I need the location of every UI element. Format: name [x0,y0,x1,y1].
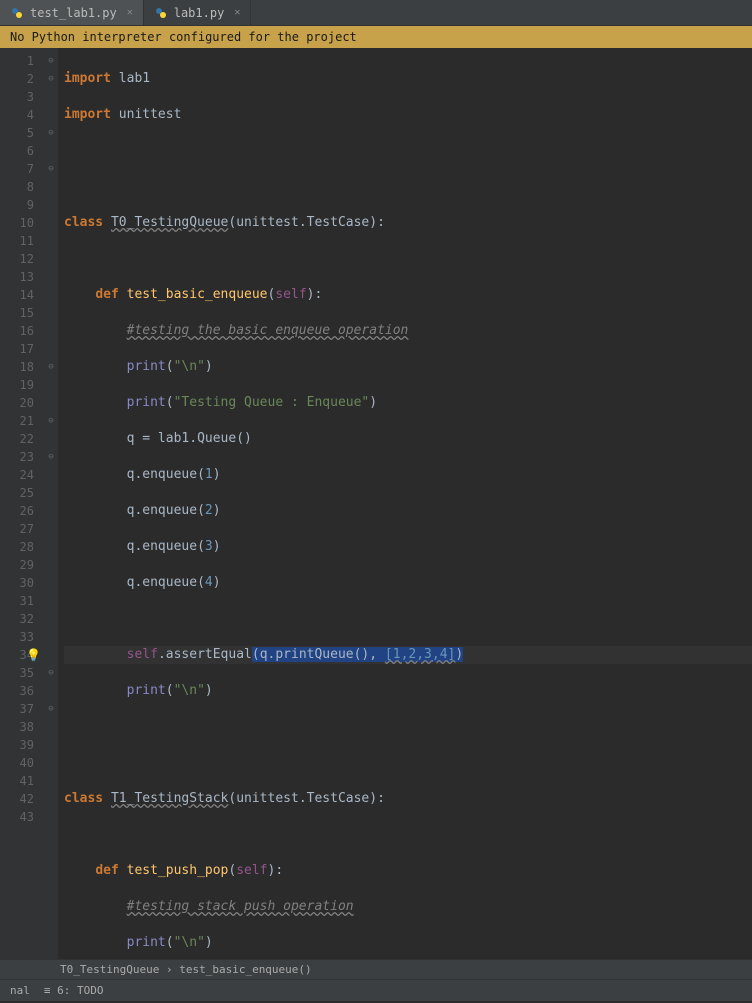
tab-label: lab1.py [174,6,225,20]
code-area[interactable]: import lab1 import unittest class T0_Tes… [58,48,752,959]
close-icon[interactable]: ✕ [127,7,133,18]
tab-test-lab1[interactable]: test_lab1.py ✕ [0,0,144,25]
breadcrumb-function[interactable]: test_basic_enqueue() [179,963,311,976]
code-editor[interactable]: 1234567891011121314151617181920212223242… [0,48,752,959]
intention-bulb-icon[interactable]: 💡 [26,646,41,664]
tab-lab1[interactable]: lab1.py ✕ [144,0,252,25]
breadcrumb-class[interactable]: T0_TestingQueue [60,963,159,976]
list-icon: ≡ [44,984,51,997]
todo-tool[interactable]: ≡ 6: TODO [44,984,104,997]
editor-tabs: test_lab1.py ✕ lab1.py ✕ [0,0,752,26]
line-number-gutter: 1234567891011121314151617181920212223242… [0,48,44,959]
tab-label: test_lab1.py [30,6,117,20]
breadcrumb[interactable]: T0_TestingQueue › test_basic_enqueue() [0,959,752,979]
status-left: nal [10,984,30,997]
python-file-icon [10,6,24,20]
status-bar: nal ≡ 6: TODO [0,979,752,1001]
fold-column: ⊖⊖⊖⊖⊖⊖⊖⊖⊖ [44,48,58,959]
close-icon[interactable]: ✕ [234,7,240,18]
interpreter-warning[interactable]: No Python interpreter configured for the… [0,26,752,48]
python-file-icon [154,6,168,20]
